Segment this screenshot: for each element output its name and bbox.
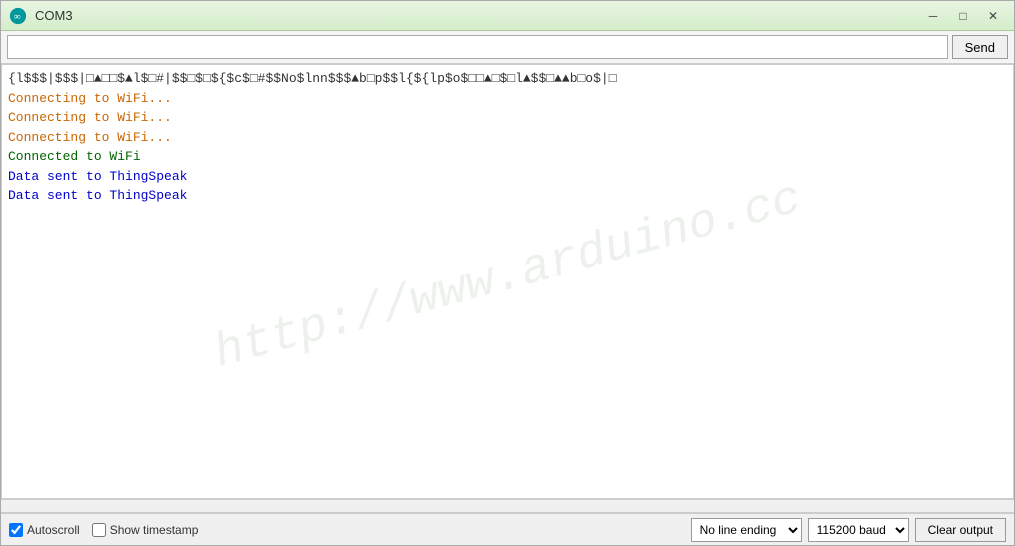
send-input[interactable] [7,35,948,59]
main-window: ∞ COM3 ─ □ ✕ Send http://www.arduino.cc … [0,0,1015,546]
clear-output-button[interactable]: Clear output [915,518,1006,542]
output-line: Data sent to ThingSpeak [8,186,1007,206]
show-timestamp-label[interactable]: Show timestamp [92,523,199,537]
output-line: {l$$$|$$$|□▲□□$▲l$□#|$$□$□${$c$□#$$No$ln… [8,69,1007,89]
maximize-button[interactable]: □ [950,6,976,26]
output-line: Connecting to WiFi... [8,89,1007,109]
output-content: http://www.arduino.cc {l$$$|$$$|□▲□□$▲l$… [2,65,1013,498]
bottom-bar-right: No line ending Newline Carriage return B… [691,518,1006,542]
baud-rate-select[interactable]: 300 baud 1200 baud 2400 baud 4800 baud 9… [808,518,909,542]
svg-text:∞: ∞ [14,11,21,22]
autoscroll-label[interactable]: Autoscroll [9,523,80,537]
window-controls: ─ □ ✕ [920,6,1006,26]
output-line: Connecting to WiFi... [8,128,1007,148]
minimize-button[interactable]: ─ [920,6,946,26]
title-bar: ∞ COM3 ─ □ ✕ [1,1,1014,31]
autoscroll-text: Autoscroll [27,523,80,537]
line-ending-select[interactable]: No line ending Newline Carriage return B… [691,518,802,542]
output-line: Connected to WiFi [8,147,1007,167]
bottom-bar: Autoscroll Show timestamp No line ending… [1,513,1014,545]
title-bar-left: ∞ COM3 [9,7,73,25]
send-button[interactable]: Send [952,35,1008,59]
autoscroll-checkbox[interactable] [9,523,23,537]
window-title: COM3 [35,8,73,23]
show-timestamp-text: Show timestamp [110,523,199,537]
arduino-logo-icon: ∞ [9,7,27,25]
output-area[interactable]: http://www.arduino.cc {l$$$|$$$|□▲□□$▲l$… [1,64,1014,499]
show-timestamp-checkbox[interactable] [92,523,106,537]
bottom-bar-left: Autoscroll Show timestamp [9,523,198,537]
send-bar: Send [1,31,1014,64]
close-button[interactable]: ✕ [980,6,1006,26]
output-line: Data sent to ThingSpeak [8,167,1007,187]
horizontal-scrollbar[interactable] [1,499,1014,513]
output-line: Connecting to WiFi... [8,108,1007,128]
